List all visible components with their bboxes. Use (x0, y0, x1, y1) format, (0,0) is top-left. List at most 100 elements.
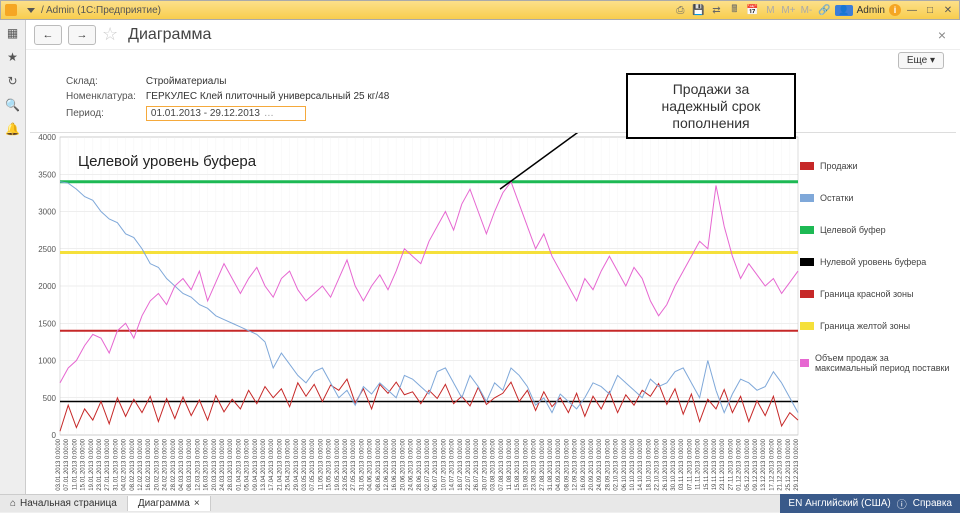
calc-icon[interactable]: 🖩 (727, 3, 741, 17)
history-icon[interactable]: ↻ (4, 72, 22, 90)
svg-text:27.05.2013 0:00:00: 27.05.2013 0:00:00 (351, 438, 357, 490)
user-badge-icon: 👤 (835, 5, 852, 16)
legend-swatch (800, 322, 814, 330)
legend-label: Объем продаж за максимальный период пост… (815, 353, 950, 373)
svg-text:24.02.2013 0:00:00: 24.02.2013 0:00:00 (163, 438, 169, 490)
favorite-icon[interactable]: ★ (4, 48, 22, 66)
titlebar-toolbar: ⎙ 💾 ⇄ 🖩 📅 M M+ M- 🔗 👤 Admin i — □ ✕ (673, 3, 955, 17)
svg-text:1000: 1000 (38, 357, 56, 366)
svg-text:24.03.2013 0:00:00: 24.03.2013 0:00:00 (220, 438, 226, 490)
svg-text:24.09.2013 0:00:00: 24.09.2013 0:00:00 (597, 438, 603, 490)
favorite-star-icon[interactable]: ☆ (102, 24, 118, 45)
svg-text:26.07.2013 0:00:00: 26.07.2013 0:00:00 (474, 438, 480, 490)
svg-text:14.07.2013 0:00:00: 14.07.2013 0:00:00 (450, 438, 456, 490)
more-button[interactable]: Еще ▾ (898, 52, 944, 69)
lang-indicator[interactable]: EN Английский (США) (788, 498, 890, 509)
m-icon[interactable]: M (763, 3, 777, 17)
window-title: / Admin (1С:Предприятие) (41, 5, 161, 16)
info-icon[interactable]: i (889, 4, 901, 16)
legend-swatch (800, 194, 814, 202)
close-icon[interactable]: ✕ (941, 3, 955, 17)
svg-text:07.01.2013 0:00:00: 07.01.2013 0:00:00 (64, 438, 70, 490)
svg-text:04.06.2013 0:00:00: 04.06.2013 0:00:00 (368, 438, 374, 490)
notify-icon[interactable]: 🔔 (4, 120, 22, 138)
search-icon[interactable]: 🔍 (4, 96, 22, 114)
sklad-value: Стройматериалы (142, 75, 393, 88)
print-icon[interactable]: ⎙ (673, 3, 687, 17)
minimize-icon[interactable]: — (905, 3, 919, 17)
chart-area: 0500100015002000250030003500400003.01.20… (30, 132, 956, 492)
svg-text:19.05.2013 0:00:00: 19.05.2013 0:00:00 (335, 438, 341, 490)
svg-text:10.10.2013 0:00:00: 10.10.2013 0:00:00 (630, 438, 636, 490)
legend-label: Нулевой уровень буфера (820, 257, 926, 267)
legend-label: Граница красной зоны (820, 289, 913, 299)
period-input[interactable]: 01.01.2013 - 29.12.2013 … (146, 106, 306, 121)
apps-icon[interactable]: ▦ (4, 24, 22, 42)
svg-text:12.06.2013 0:00:00: 12.06.2013 0:00:00 (384, 438, 390, 490)
svg-text:4000: 4000 (38, 133, 56, 142)
svg-text:25.12.2013 0:00:00: 25.12.2013 0:00:00 (786, 438, 792, 490)
svg-text:18.07.2013 0:00:00: 18.07.2013 0:00:00 (458, 438, 464, 490)
compare-icon[interactable]: ⇄ (709, 3, 723, 17)
status-bar: EN Английский (США) ⓘ Справка (780, 494, 960, 513)
save-icon[interactable]: 💾 (691, 3, 705, 17)
svg-text:15.05.2013 0:00:00: 15.05.2013 0:00:00 (327, 438, 333, 490)
legend-item: Граница желтой зоны (800, 321, 950, 331)
svg-text:24.06.2013 0:00:00: 24.06.2013 0:00:00 (409, 438, 415, 490)
calendar-icon[interactable]: 📅 (745, 3, 759, 17)
svg-text:05.04.2013 0:00:00: 05.04.2013 0:00:00 (245, 438, 251, 490)
svg-text:08.09.2013 0:00:00: 08.09.2013 0:00:00 (564, 438, 570, 490)
help-label[interactable]: Справка (913, 498, 952, 509)
svg-text:31.08.2013 0:00:00: 31.08.2013 0:00:00 (548, 438, 554, 490)
page-close-icon[interactable]: × (938, 27, 952, 43)
svg-text:03.05.2013 0:00:00: 03.05.2013 0:00:00 (302, 438, 308, 490)
svg-text:16.06.2013 0:00:00: 16.06.2013 0:00:00 (392, 438, 398, 490)
svg-text:19.08.2013 0:00:00: 19.08.2013 0:00:00 (523, 438, 529, 490)
svg-text:01.04.2013 0:00:00: 01.04.2013 0:00:00 (236, 438, 242, 490)
tab-close-icon[interactable]: × (194, 498, 200, 509)
svg-text:04.03.2013 0:00:00: 04.03.2013 0:00:00 (179, 438, 185, 490)
svg-text:15.08.2013 0:00:00: 15.08.2013 0:00:00 (515, 438, 521, 490)
page-title: Диаграмма (128, 26, 211, 44)
legend-item: Нулевой уровень буфера (800, 257, 950, 267)
svg-text:16.09.2013 0:00:00: 16.09.2013 0:00:00 (581, 438, 587, 490)
svg-text:08.03.2013 0:00:00: 08.03.2013 0:00:00 (187, 438, 193, 490)
svg-text:19.01.2013 0:00:00: 19.01.2013 0:00:00 (89, 438, 95, 490)
svg-text:13.12.2013 0:00:00: 13.12.2013 0:00:00 (761, 438, 767, 490)
tab-home[interactable]: ⌂ Начальная страница (0, 496, 128, 511)
period-picker-icon[interactable]: … (264, 108, 274, 119)
legend-item: Продажи (800, 161, 950, 171)
svg-text:1500: 1500 (38, 319, 56, 328)
svg-text:14.10.2013 0:00:00: 14.10.2013 0:00:00 (638, 438, 644, 490)
mplus-icon[interactable]: M+ (781, 3, 795, 17)
svg-text:28.03.2013 0:00:00: 28.03.2013 0:00:00 (228, 438, 234, 490)
svg-text:12.02.2013 0:00:00: 12.02.2013 0:00:00 (138, 438, 144, 490)
legend-item: Объем продаж за максимальный период пост… (800, 353, 950, 373)
help-icon[interactable]: ⓘ (897, 496, 907, 511)
maximize-icon[interactable]: □ (923, 3, 937, 17)
svg-text:28.02.2013 0:00:00: 28.02.2013 0:00:00 (171, 438, 177, 490)
svg-text:18.10.2013 0:00:00: 18.10.2013 0:00:00 (646, 438, 652, 490)
link-icon[interactable]: 🔗 (817, 3, 831, 17)
back-button[interactable]: ← (34, 25, 62, 45)
tab-diagram[interactable]: Диаграмма × (128, 496, 211, 511)
svg-text:31.05.2013 0:00:00: 31.05.2013 0:00:00 (359, 438, 365, 490)
svg-text:04.09.2013 0:00:00: 04.09.2013 0:00:00 (556, 438, 562, 490)
svg-text:21.04.2013 0:00:00: 21.04.2013 0:00:00 (277, 438, 283, 490)
legend-label: Целевой буфер (820, 225, 886, 235)
svg-text:28.06.2013 0:00:00: 28.06.2013 0:00:00 (417, 438, 423, 490)
svg-text:06.10.2013 0:00:00: 06.10.2013 0:00:00 (622, 438, 628, 490)
svg-text:23.11.2013 0:00:00: 23.11.2013 0:00:00 (720, 438, 726, 490)
bottom-tabs: ⌂ Начальная страница Диаграмма × EN Англ… (0, 494, 960, 512)
forward-button[interactable]: → (68, 25, 96, 45)
svg-text:29.12.2013 0:00:00: 29.12.2013 0:00:00 (794, 438, 800, 490)
svg-text:31.01.2013 0:00:00: 31.01.2013 0:00:00 (113, 438, 119, 490)
mminus-icon[interactable]: M- (799, 3, 813, 17)
svg-text:20.09.2013 0:00:00: 20.09.2013 0:00:00 (589, 438, 595, 490)
legend-item: Остатки (800, 193, 950, 203)
svg-text:07.05.2013 0:00:00: 07.05.2013 0:00:00 (310, 438, 316, 490)
svg-text:12.09.2013 0:00:00: 12.09.2013 0:00:00 (573, 438, 579, 490)
legend-swatch (800, 359, 809, 367)
svg-text:30.07.2013 0:00:00: 30.07.2013 0:00:00 (482, 438, 488, 490)
history-dropdown-icon[interactable] (27, 8, 35, 13)
